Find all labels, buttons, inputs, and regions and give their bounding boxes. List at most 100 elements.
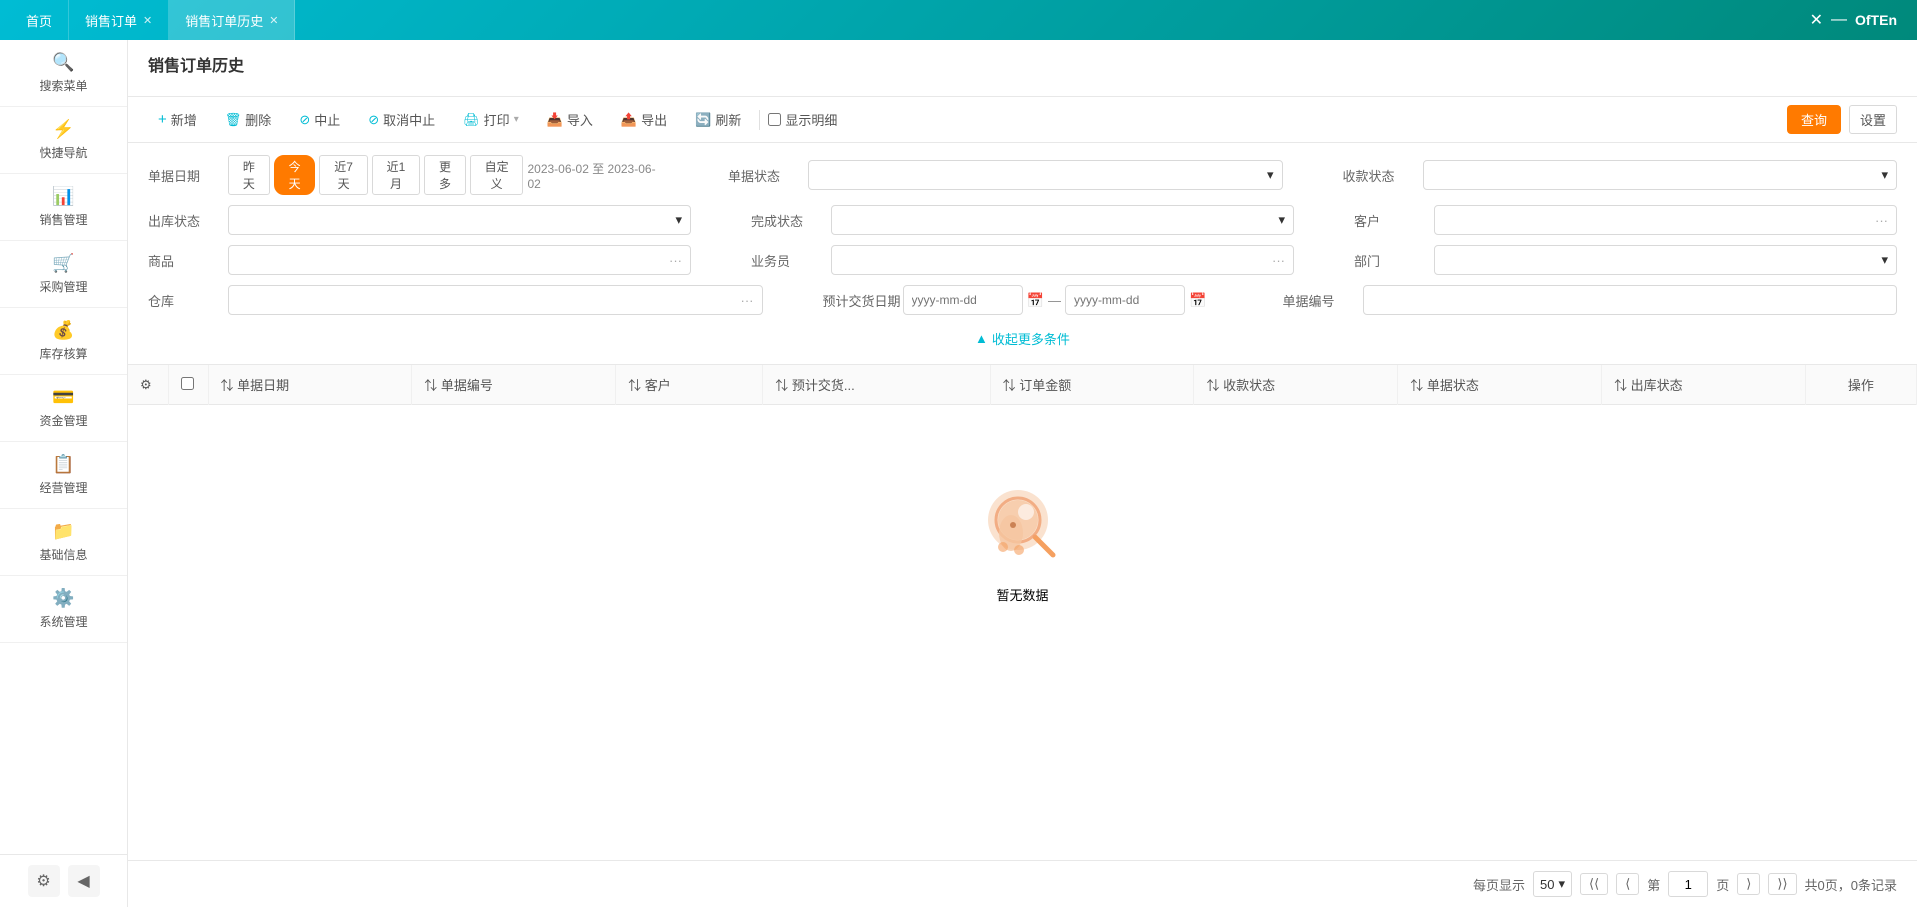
refresh-button[interactable]: 🔄 刷新 [685, 106, 751, 133]
salesperson-dots[interactable]: ··· [1272, 253, 1285, 268]
out-storage-chevron: ▾ [675, 212, 682, 228]
show-details-label[interactable]: 显示明细 [768, 110, 837, 129]
department-select[interactable]: ▾ [1434, 245, 1897, 275]
order-num-input[interactable] [1363, 285, 1898, 315]
th-date[interactable]: ⇅ 单据日期 [208, 365, 412, 405]
th-out-storage-status[interactable]: ⇅ 出库状态 [1602, 365, 1806, 405]
show-details-checkbox[interactable] [768, 113, 781, 126]
tab-sales-order-history-close[interactable]: ✕ [269, 14, 278, 27]
stop-label: 中止 [314, 110, 340, 129]
sidebar-item-capital-mgmt[interactable]: 💳 资金管理 [0, 375, 127, 442]
date-btn-yesterday[interactable]: 昨天 [228, 155, 270, 195]
import-label: 导入 [567, 110, 593, 129]
table-header-row: ⚙ ⇅ 单据日期 ⇅ 单据编号 ⇅ 客户 [128, 365, 1917, 405]
export-button[interactable]: 📤 导出 [611, 106, 677, 133]
tab-home[interactable]: 首页 [10, 0, 69, 40]
select-all-checkbox[interactable] [181, 377, 194, 390]
top-bar: 首页 销售订单 ✕ 销售订单历史 ✕ ✕ — OfTEn [0, 0, 1917, 40]
order-status-chevron: ▾ [1267, 167, 1274, 183]
last-page-btn[interactable]: ⟩⟩ [1768, 873, 1796, 895]
out-storage-select[interactable]: ▾ [228, 205, 691, 235]
prev-page-btn[interactable]: ⟨ [1616, 873, 1639, 895]
top-bar-right: ✕ — OfTEn [1810, 10, 1907, 30]
new-button[interactable]: + 新增 [148, 106, 207, 133]
warehouse-dots[interactable]: ··· [741, 293, 754, 308]
receipt-status-chevron: ▾ [1881, 167, 1888, 183]
print-button[interactable]: 🖨 打印 ▾ [453, 106, 529, 133]
sidebar-item-search-menu-label: 搜索菜单 [39, 77, 87, 94]
department-label: 部门 [1354, 251, 1434, 270]
th-order-num[interactable]: ⇅ 单据编号 [412, 365, 616, 405]
delivery-date-start[interactable] [903, 285, 1023, 315]
tab-sales-order-close[interactable]: ✕ [143, 14, 152, 27]
filter-row-3: 商品 ··· 业务员 ··· 部门 ▾ [148, 245, 1897, 275]
stop-icon: ⊘ [299, 112, 310, 128]
th-receipt-status[interactable]: ⇅ 收款状态 [1194, 365, 1398, 405]
th-delivery-date[interactable]: ⇅ 预计交货... [763, 365, 990, 405]
settings-button[interactable]: 设置 [1849, 105, 1897, 134]
import-button[interactable]: 📥 导入 [537, 106, 603, 133]
sidebar-item-basic-info[interactable]: 📁 基础信息 [0, 509, 127, 576]
date-btn-today[interactable]: 今天 [274, 155, 316, 195]
product-dots[interactable]: ··· [669, 253, 682, 268]
basic-info-icon: 📁 [52, 521, 74, 542]
tab-sales-order-history[interactable]: 销售订单历史 ✕ [169, 0, 295, 40]
cancel-stop-button[interactable]: ⊘ 取消中止 [358, 106, 445, 133]
collapse-filter-btn[interactable]: ▲ 收起更多条件 [148, 325, 1897, 352]
print-dropdown-icon[interactable]: ▾ [514, 114, 519, 125]
complete-status-select[interactable]: ▾ [831, 205, 1294, 235]
sidebar-item-purchase-mgmt[interactable]: 🛒 采购管理 [0, 241, 127, 308]
salesperson-select[interactable]: ··· [831, 245, 1294, 275]
th-customer[interactable]: ⇅ 客户 [616, 365, 763, 405]
page-header: 销售订单历史 [128, 40, 1917, 97]
product-select[interactable]: ··· [228, 245, 691, 275]
settings-label: 设置 [1860, 110, 1886, 129]
first-page-btn[interactable]: ⟨⟨ [1580, 873, 1608, 895]
settings-icon-th[interactable]: ⚙ [140, 377, 152, 392]
per-page-select[interactable]: 50 ▾ [1533, 871, 1572, 897]
tab-sales-order[interactable]: 销售订单 ✕ [69, 0, 169, 40]
calendar-end-icon[interactable]: 📅 [1189, 292, 1206, 309]
sidebar: 🔍 搜索菜单 ⚡ 快捷导航 📊 销售管理 🛒 采购管理 💰 库存核算 💳 资金管… [0, 40, 128, 907]
date-btn-1month[interactable]: 近1月 [372, 155, 420, 195]
sidebar-item-system-mgmt[interactable]: ⚙️ 系统管理 [0, 576, 127, 643]
receipt-status-select[interactable]: ▾ [1423, 160, 1898, 190]
date-btn-more[interactable]: 更多 [424, 155, 466, 195]
sidebar-item-quick-nav[interactable]: ⚡ 快捷导航 [0, 107, 127, 174]
query-button[interactable]: 查询 [1787, 105, 1841, 134]
minimize-icon[interactable]: — [1831, 11, 1847, 29]
stop-button[interactable]: ⊘ 中止 [289, 106, 350, 133]
calendar-start-icon[interactable]: 📅 [1027, 292, 1044, 309]
complete-status-label: 完成状态 [751, 211, 831, 230]
sidebar-item-search-menu[interactable]: 🔍 搜索菜单 [0, 40, 127, 107]
per-page-chevron: ▾ [1559, 876, 1566, 892]
sidebar-item-sales-mgmt[interactable]: 📊 销售管理 [0, 174, 127, 241]
sidebar-item-inventory[interactable]: 💰 库存核算 [0, 308, 127, 375]
sidebar-collapse-btn[interactable]: ◀ [68, 865, 100, 897]
customer-select[interactable]: ··· [1434, 205, 1897, 235]
th-actions-label: 操作 [1848, 378, 1874, 393]
next-page-btn[interactable]: ⟩ [1737, 873, 1760, 895]
th-settings[interactable]: ⚙ [128, 365, 168, 405]
date-btn-custom[interactable]: 自定义 [470, 155, 524, 195]
delivery-date-end[interactable] [1065, 285, 1185, 315]
sales-mgmt-icon: 📊 [52, 186, 74, 207]
collapse-text: 收起更多条件 [992, 329, 1070, 348]
close-window-icon[interactable]: ✕ [1810, 10, 1823, 30]
sidebar-item-operations-mgmt[interactable]: 📋 经营管理 [0, 442, 127, 509]
sidebar-settings-btn[interactable]: ⚙ [28, 865, 60, 897]
delete-button[interactable]: 🗑 删除 [215, 106, 282, 133]
toolbar-divider [759, 110, 760, 130]
th-order-num-label: ⇅ 单据编号 [424, 378, 493, 393]
order-status-label: 单据状态 [728, 166, 808, 185]
order-status-select[interactable]: ▾ [808, 160, 1283, 190]
date-btn-7days[interactable]: 近7天 [319, 155, 367, 195]
page-number-input[interactable] [1668, 871, 1708, 897]
th-customer-label: ⇅ 客户 [628, 378, 671, 393]
warehouse-select[interactable]: ··· [228, 285, 763, 315]
th-order-status[interactable]: ⇅ 单据状态 [1398, 365, 1602, 405]
customer-dots[interactable]: ··· [1875, 213, 1888, 228]
sidebar-item-sales-mgmt-label: 销售管理 [39, 211, 87, 228]
th-amount[interactable]: ⇅ 订单金额 [990, 365, 1194, 405]
date-dash: — [1048, 293, 1061, 308]
